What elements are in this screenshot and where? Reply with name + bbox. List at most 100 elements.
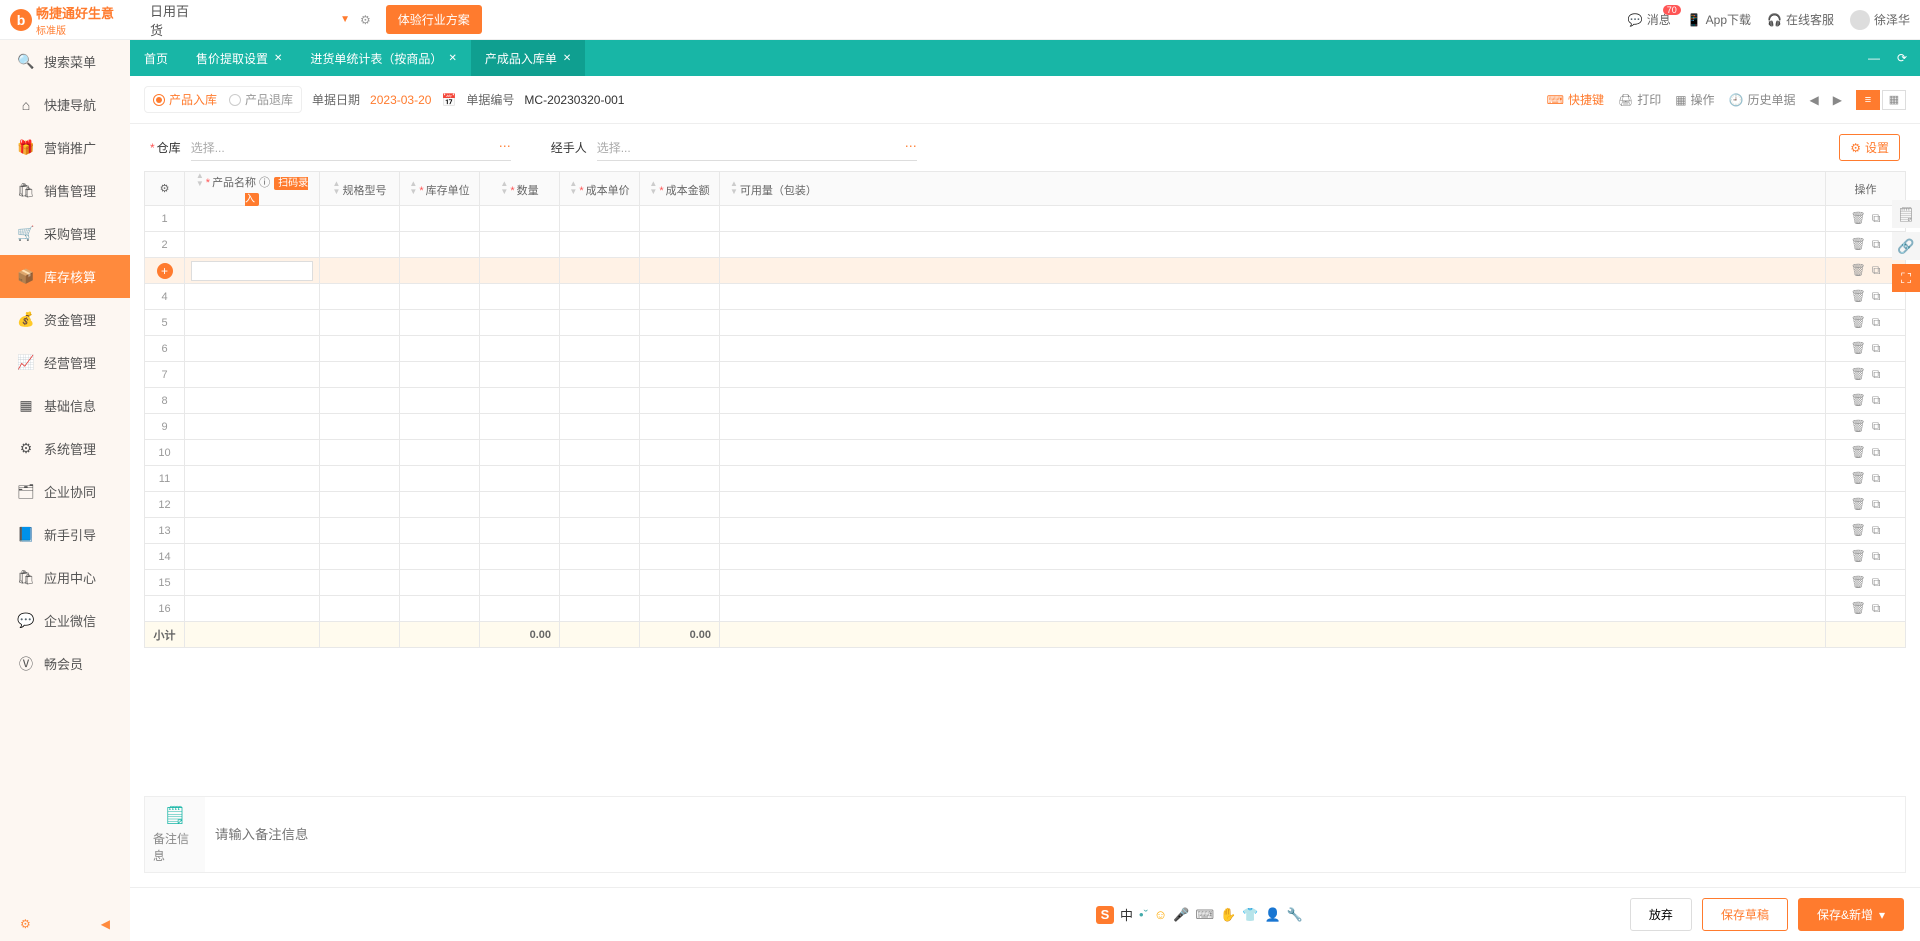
table-row[interactable]: 12🗑⧉ [145, 492, 1906, 518]
messages-link[interactable]: 💬 消息 70 [1628, 11, 1671, 28]
delete-icon[interactable]: 🗑 [1851, 341, 1866, 355]
copy-icon[interactable]: ⧉ [1872, 393, 1881, 407]
user-menu[interactable]: 徐泽华 [1850, 10, 1910, 30]
table-row[interactable]: 16🗑⧉ [145, 596, 1906, 622]
sidebar-item-10[interactable]: 🗂企业协同 [0, 470, 130, 513]
copy-icon[interactable]: ⧉ [1872, 263, 1881, 277]
tab-minimize-button[interactable]: — [1862, 46, 1886, 70]
date-value[interactable]: 2023-03-20 [370, 93, 431, 107]
table-row[interactable]: 10🗑⧉ [145, 440, 1906, 466]
dots-icon[interactable]: ⋯ [499, 139, 511, 153]
sidebar-item-4[interactable]: 🛒采购管理 [0, 212, 130, 255]
delete-icon[interactable]: 🗑 [1851, 211, 1866, 225]
calendar-icon[interactable]: 📅 [441, 93, 456, 107]
table-row[interactable]: 7🗑⧉ [145, 362, 1906, 388]
table-row[interactable]: 14🗑⧉ [145, 544, 1906, 570]
sidebar-item-2[interactable]: 🎁营销推广 [0, 126, 130, 169]
copy-icon[interactable]: ⧉ [1872, 315, 1881, 329]
table-row[interactable]: 8🗑⧉ [145, 388, 1906, 414]
copy-icon[interactable]: ⧉ [1872, 237, 1881, 251]
warehouse-select[interactable]: 选择... ⋯ [191, 135, 511, 161]
dept-selector[interactable]: 日用百货 ▼ [150, 1, 350, 39]
gear-icon[interactable]: ⚙ [360, 13, 371, 27]
history-button[interactable]: 🕘 历史单据 [1729, 91, 1796, 108]
sidebar-item-3[interactable]: 🛍销售管理 [0, 169, 130, 212]
table-row[interactable]: 2🗑⧉ [145, 232, 1906, 258]
th-spec[interactable]: ▲▼规格型号 [320, 172, 400, 206]
sidebar-item-0[interactable]: 🔍搜索菜单 [0, 40, 130, 83]
th-unit[interactable]: ▲▼*库存单位 [400, 172, 480, 206]
delete-icon[interactable]: 🗑 [1851, 393, 1866, 407]
delete-icon[interactable]: 🗑 [1851, 471, 1866, 485]
th-price[interactable]: ▲▼*成本单价 [560, 172, 640, 206]
tab-2[interactable]: 进货单统计表（按商品）✕ [296, 40, 470, 76]
copy-icon[interactable]: ⧉ [1872, 445, 1881, 459]
plan-button[interactable]: 体验行业方案 [386, 5, 482, 34]
delete-icon[interactable]: 🗑 [1851, 523, 1866, 537]
add-row-icon[interactable]: + [157, 263, 173, 279]
th-gear[interactable]: ⚙ [145, 172, 185, 206]
ime-icon[interactable]: •ˇ [1139, 907, 1148, 922]
sidebar-item-9[interactable]: ⚙系统管理 [0, 427, 130, 470]
delete-icon[interactable]: 🗑 [1851, 575, 1866, 589]
table-row[interactable]: 15🗑⧉ [145, 570, 1906, 596]
table-row[interactable]: 9🗑⧉ [145, 414, 1906, 440]
settings-button[interactable]: ⚙ 设置 [1839, 134, 1900, 161]
copy-icon[interactable]: ⧉ [1872, 211, 1881, 225]
th-name[interactable]: ▲▼*产品名称 ⓘ扫码录入 [185, 172, 320, 206]
ime-keyboard-icon[interactable]: ⌨ [1195, 907, 1214, 923]
copy-icon[interactable]: ⧉ [1872, 523, 1881, 537]
delete-icon[interactable]: 🗑 [1851, 419, 1866, 433]
gear-icon[interactable]: ⚙ [20, 917, 31, 931]
sidebar-item-6[interactable]: 💰资金管理 [0, 298, 130, 341]
next-button[interactable]: ▶ [1833, 93, 1842, 107]
close-icon[interactable]: ✕ [448, 53, 456, 64]
app-download-link[interactable]: 📱 App下载 [1687, 11, 1751, 28]
ime-user-icon[interactable]: 👤 [1265, 907, 1281, 923]
copy-icon[interactable]: ⧉ [1872, 341, 1881, 355]
close-icon[interactable]: ✕ [274, 53, 282, 64]
sidebar-item-12[interactable]: 🛍应用中心 [0, 556, 130, 599]
ime-emoji-icon[interactable]: ☺ [1154, 907, 1167, 922]
ime-shirt-icon[interactable]: 👕 [1242, 907, 1258, 923]
shortcut-button[interactable]: ⌨ 快捷键 [1547, 91, 1604, 108]
dots-icon[interactable]: ⋯ [905, 139, 917, 153]
delete-icon[interactable]: 🗑 [1851, 549, 1866, 563]
print-button[interactable]: 🖨 打印 [1618, 91, 1661, 108]
sidebar-item-13[interactable]: 💬企业微信 [0, 599, 130, 642]
delete-icon[interactable]: 🗑 [1851, 367, 1866, 381]
th-avail[interactable]: ▲▼可用量（包装） [720, 172, 1826, 206]
table-row[interactable]: 13🗑⧉ [145, 518, 1906, 544]
copy-icon[interactable]: ⧉ [1872, 601, 1881, 615]
copy-icon[interactable]: ⧉ [1872, 289, 1881, 303]
dock-note-button[interactable]: 🗒 [1892, 200, 1920, 228]
ime-hand-icon[interactable]: ✋ [1220, 907, 1236, 923]
tab-refresh-button[interactable]: ⟳ [1890, 46, 1914, 70]
copy-icon[interactable]: ⧉ [1872, 471, 1881, 485]
prev-button[interactable]: ◀ [1810, 93, 1819, 107]
dock-link-button[interactable]: 🔗 [1892, 232, 1920, 260]
sidebar-item-14[interactable]: Ⓥ畅会员 [0, 642, 130, 685]
th-amount[interactable]: ▲▼*成本金额 [640, 172, 720, 206]
sidebar-item-5[interactable]: 📦库存核算 [0, 255, 130, 298]
table-row[interactable]: 6🗑⧉ [145, 336, 1906, 362]
delete-icon[interactable]: 🗑 [1851, 445, 1866, 459]
sidebar-item-8[interactable]: ▦基础信息 [0, 384, 130, 427]
sidebar-item-7[interactable]: 📈经营管理 [0, 341, 130, 384]
tab-3[interactable]: 产成品入库单✕ [471, 40, 585, 76]
delete-icon[interactable]: 🗑 [1851, 315, 1866, 329]
ime-tool-icon[interactable]: 🔧 [1287, 907, 1303, 923]
th-qty[interactable]: ▲▼*数量 [480, 172, 560, 206]
close-icon[interactable]: ✕ [563, 53, 571, 64]
ime-mic-icon[interactable]: 🎤 [1173, 907, 1189, 923]
save-new-button[interactable]: 保存&新增 ▾ [1798, 898, 1904, 931]
delete-icon[interactable]: 🗑 [1851, 237, 1866, 251]
product-name-input[interactable] [191, 261, 313, 281]
tab-1[interactable]: 售价提取设置✕ [182, 40, 296, 76]
ime-lang[interactable]: 中 [1120, 905, 1133, 924]
table-row[interactable]: 5🗑⧉ [145, 310, 1906, 336]
delete-icon[interactable]: 🗑 [1851, 497, 1866, 511]
radio-product-out[interactable]: 产品退库 [229, 91, 293, 108]
radio-product-in[interactable]: 产品入库 [153, 91, 217, 108]
copy-icon[interactable]: ⧉ [1872, 497, 1881, 511]
